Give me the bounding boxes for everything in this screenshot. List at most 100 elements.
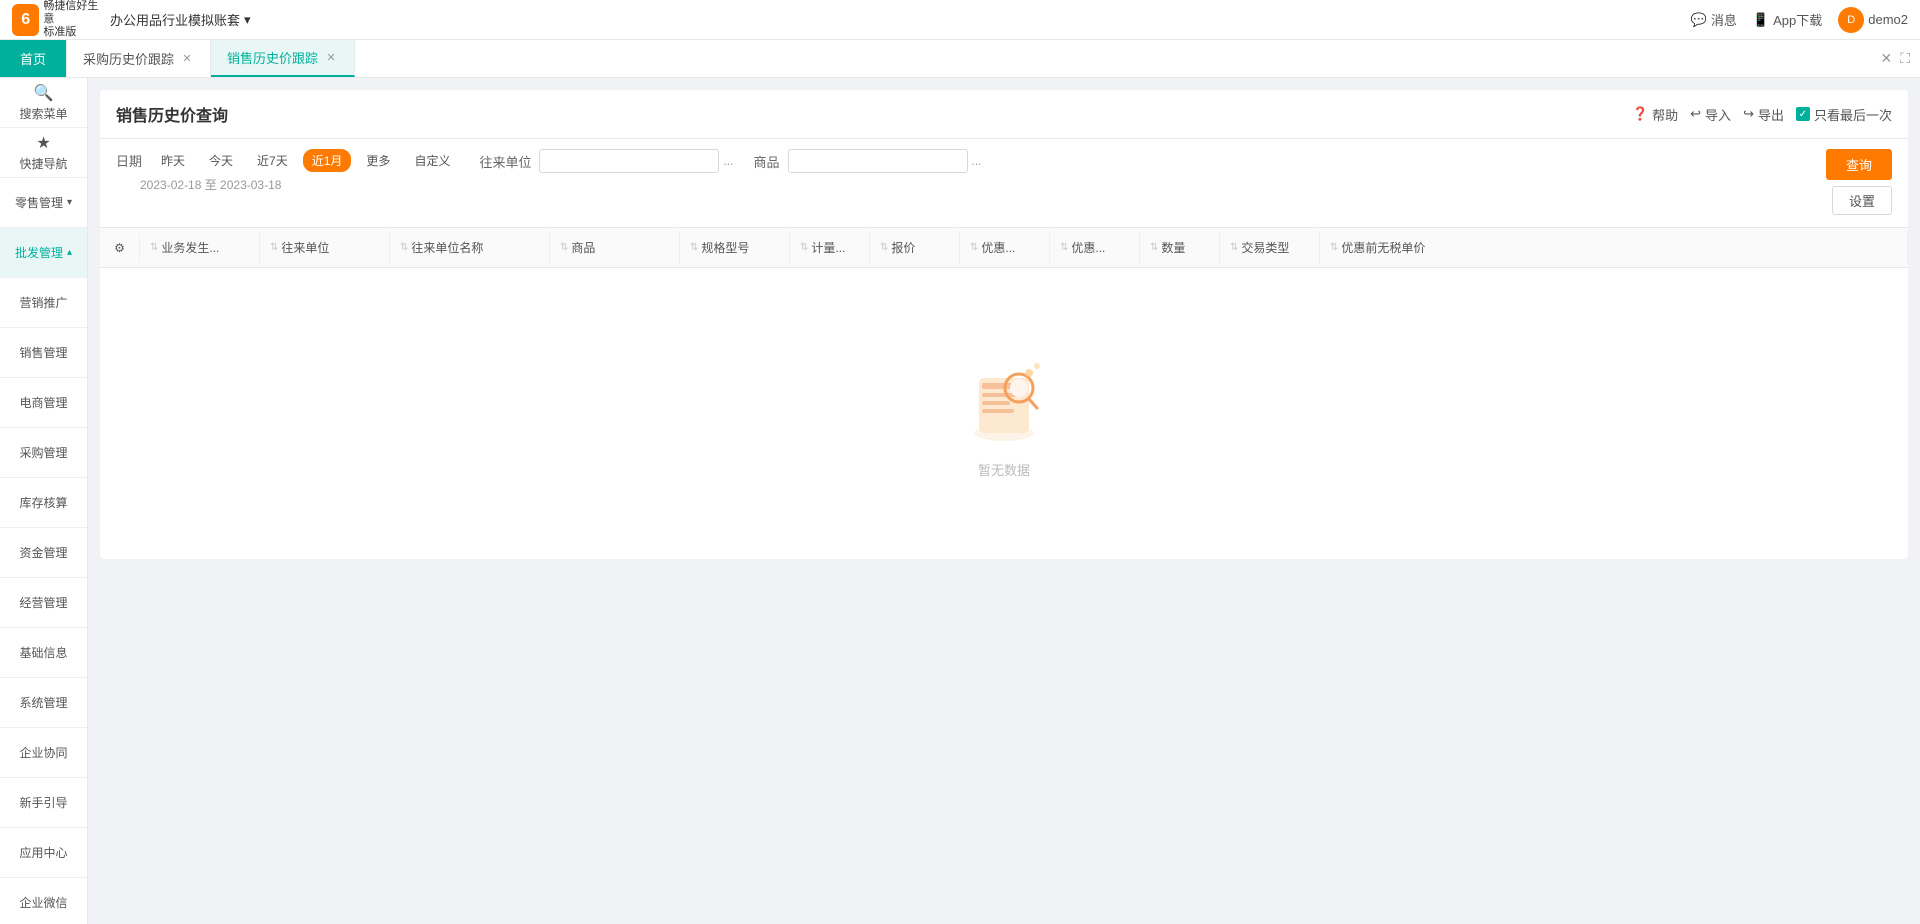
date-btn-last1m[interactable]: 近1月 — [303, 149, 352, 172]
th-discount2[interactable]: ⇅ 优惠... — [1050, 231, 1140, 264]
partner-ellipsis[interactable]: ... — [723, 154, 733, 168]
chevron-down-icon: ▾ — [244, 12, 251, 28]
sidebar-item-sys-mgmt[interactable]: 系统管理 — [0, 678, 87, 728]
sort-icon: ⇅ — [150, 242, 158, 253]
user-profile[interactable]: D demo2 — [1838, 7, 1908, 33]
last-only-checkbox[interactable]: ✓ 只看最后一次 — [1796, 105, 1892, 124]
sort-icon: ⇅ — [400, 242, 408, 253]
download-icon: 📱 — [1753, 12, 1769, 28]
sidebar-item-finance[interactable]: 资金管理 — [0, 528, 87, 578]
content-area: 销售历史价查询 ❓ 帮助 ↩ 导入 ↪ 导出 ✓ 只看最后一次 — [88, 78, 1920, 924]
sidebar-item-purchase-mgmt[interactable]: 采购管理 — [0, 428, 87, 478]
maximize-icon[interactable]: ⛶ — [1900, 50, 1910, 67]
export-icon: ↪ — [1743, 106, 1754, 122]
sort-icon: ⇅ — [880, 242, 888, 253]
sidebar-item-ecom-mgmt[interactable]: 电商管理 — [0, 378, 87, 428]
date-btn-last7[interactable]: 近7天 — [248, 149, 297, 172]
product-filter-group: 商品 ... — [753, 149, 981, 173]
th-unit[interactable]: ⇅ 计量... — [790, 231, 870, 264]
logo-text: 畅捷信好生意 标准版 — [43, 0, 100, 39]
top-header: 6 畅捷信好生意 标准版 办公用品行业模拟账套 ▾ 💬 消息 📱 App下载 D… — [0, 0, 1920, 40]
home-tab-label: 首页 — [20, 49, 46, 68]
chevron-down-icon: ▾ — [67, 197, 72, 208]
date-btn-custom[interactable]: 自定义 — [405, 149, 459, 172]
sidebar-item-quick-nav[interactable]: ★ 快捷导航 — [0, 128, 87, 178]
sidebar-item-sales-mgmt[interactable]: 销售管理 — [0, 328, 87, 378]
table-container: ⚙ ⇅ 业务发生... ⇅ 往来单位 ⇅ 往来单位名称 ⇅ 商品 — [100, 228, 1908, 559]
sort-icon: ⇅ — [690, 242, 698, 253]
query-button[interactable]: 查询 — [1826, 149, 1892, 180]
partner-input[interactable] — [539, 149, 719, 173]
sort-icon: ⇅ — [1330, 242, 1338, 253]
export-button[interactable]: ↪ 导出 — [1743, 105, 1784, 124]
header-right: 💬 消息 📱 App下载 D demo2 — [1691, 7, 1908, 33]
sidebar-item-retail-mgmt[interactable]: 零售管理 ▾ — [0, 178, 87, 228]
th-discount1[interactable]: ⇅ 优惠... — [960, 231, 1050, 264]
sort-icon: ⇅ — [270, 242, 278, 253]
filter-actions: 查询 设置 — [1818, 149, 1892, 215]
avatar: D — [1838, 7, 1864, 33]
date-btn-more[interactable]: 更多 — [357, 149, 399, 172]
product-ellipsis[interactable]: ... — [972, 154, 982, 168]
sales-history-tab-label: 销售历史价跟踪 — [227, 48, 318, 67]
partner-filter-group: 往来单位 ... — [479, 149, 733, 173]
page-title: 销售历史价查询 — [116, 102, 228, 126]
tab-bar-actions: ✕ ⛶ — [1870, 40, 1920, 77]
message-button[interactable]: 💬 消息 — [1691, 10, 1737, 29]
help-button[interactable]: ❓ 帮助 — [1632, 105, 1678, 124]
close-tab-icon[interactable]: ✕ — [1880, 50, 1892, 67]
tab-home[interactable]: 首页 — [0, 40, 67, 77]
th-partner-name[interactable]: ⇅ 往来单位名称 — [390, 231, 550, 264]
page-title-bar: 销售历史价查询 ❓ 帮助 ↩ 导入 ↪ 导出 ✓ 只看最后一次 — [100, 90, 1908, 139]
empty-text: 暂无数据 — [978, 460, 1030, 479]
close-purchase-history-tab[interactable]: ✕ — [180, 52, 194, 66]
sidebar-item-operations[interactable]: 经营管理 — [0, 578, 87, 628]
close-sales-history-tab[interactable]: ✕ — [324, 51, 338, 65]
app-selector[interactable]: 办公用品行业模拟账套 ▾ — [110, 10, 251, 29]
main-layout: 🔍 搜索菜单 ★ 快捷导航 零售管理 ▾ 批发管理 ▴ 营销推广 销售管理 电商… — [0, 78, 1920, 924]
th-product[interactable]: ⇅ 商品 — [550, 231, 680, 264]
th-qty[interactable]: ⇅ 数量 — [1140, 231, 1220, 264]
tab-purchase-history[interactable]: 采购历史价跟踪 ✕ — [67, 40, 211, 77]
date-btn-today[interactable]: 今天 — [200, 149, 242, 172]
sort-icon: ⇅ — [970, 242, 978, 253]
help-icon: ❓ — [1632, 106, 1648, 122]
sidebar-item-wholesale-mgmt[interactable]: 批发管理 ▴ — [0, 228, 87, 278]
purchase-history-tab-label: 采购历史价跟踪 — [83, 49, 174, 68]
import-icon: ↩ — [1690, 106, 1701, 122]
th-txtype[interactable]: ⇅ 交易类型 — [1220, 231, 1320, 264]
sort-icon: ⇅ — [1150, 242, 1158, 253]
th-notax[interactable]: ⇅ 优惠前无税单价 — [1320, 231, 1908, 264]
logo-area: 6 畅捷信好生意 标准版 — [12, 0, 100, 39]
date-filter-section: 日期 昨天 今天 近7天 近1月 更多 自定义 2023-02-18 至 202… — [116, 149, 459, 193]
sort-icon: ⇅ — [1060, 242, 1068, 253]
sidebar-item-marketing[interactable]: 营销推广 — [0, 278, 87, 328]
empty-state-illustration — [954, 348, 1054, 448]
page-actions: ❓ 帮助 ↩ 导入 ↪ 导出 ✓ 只看最后一次 — [1632, 105, 1892, 124]
sidebar: 🔍 搜索菜单 ★ 快捷导航 零售管理 ▾ 批发管理 ▴ 营销推广 销售管理 电商… — [0, 78, 88, 924]
filter-bar: 日期 昨天 今天 近7天 近1月 更多 自定义 2023-02-18 至 202… — [100, 139, 1908, 228]
date-btn-yesterday[interactable]: 昨天 — [152, 149, 194, 172]
setting-button[interactable]: 设置 — [1832, 186, 1892, 215]
chevron-up-icon: ▴ — [67, 247, 72, 258]
import-button[interactable]: ↩ 导入 — [1690, 105, 1731, 124]
th-spec[interactable]: ⇅ 规格型号 — [680, 231, 790, 264]
tab-sales-history[interactable]: 销售历史价跟踪 ✕ — [211, 40, 355, 77]
th-price[interactable]: ⇅ 报价 — [870, 231, 960, 264]
product-input[interactable] — [788, 149, 968, 173]
sort-icon: ⇅ — [800, 242, 808, 253]
sidebar-item-wechat[interactable]: 企业微信 — [0, 878, 87, 924]
search-icon: 🔍 — [34, 83, 54, 103]
sidebar-item-enterprise[interactable]: 企业协同 — [0, 728, 87, 778]
sidebar-item-inventory[interactable]: 库存核算 — [0, 478, 87, 528]
app-download-button[interactable]: 📱 App下载 — [1753, 10, 1822, 29]
date-range-text: 2023-02-18 至 2023-03-18 — [140, 176, 459, 193]
th-gear[interactable]: ⚙ — [100, 233, 140, 263]
logo-icon: 6 — [12, 4, 39, 36]
sidebar-item-guide[interactable]: 新手引导 — [0, 778, 87, 828]
th-partner-code[interactable]: ⇅ 往来单位 — [260, 231, 390, 264]
th-date[interactable]: ⇅ 业务发生... — [140, 231, 260, 264]
sidebar-item-search-menu[interactable]: 🔍 搜索菜单 — [0, 78, 87, 128]
sidebar-item-app-center[interactable]: 应用中心 — [0, 828, 87, 878]
sidebar-item-basic-info[interactable]: 基础信息 — [0, 628, 87, 678]
